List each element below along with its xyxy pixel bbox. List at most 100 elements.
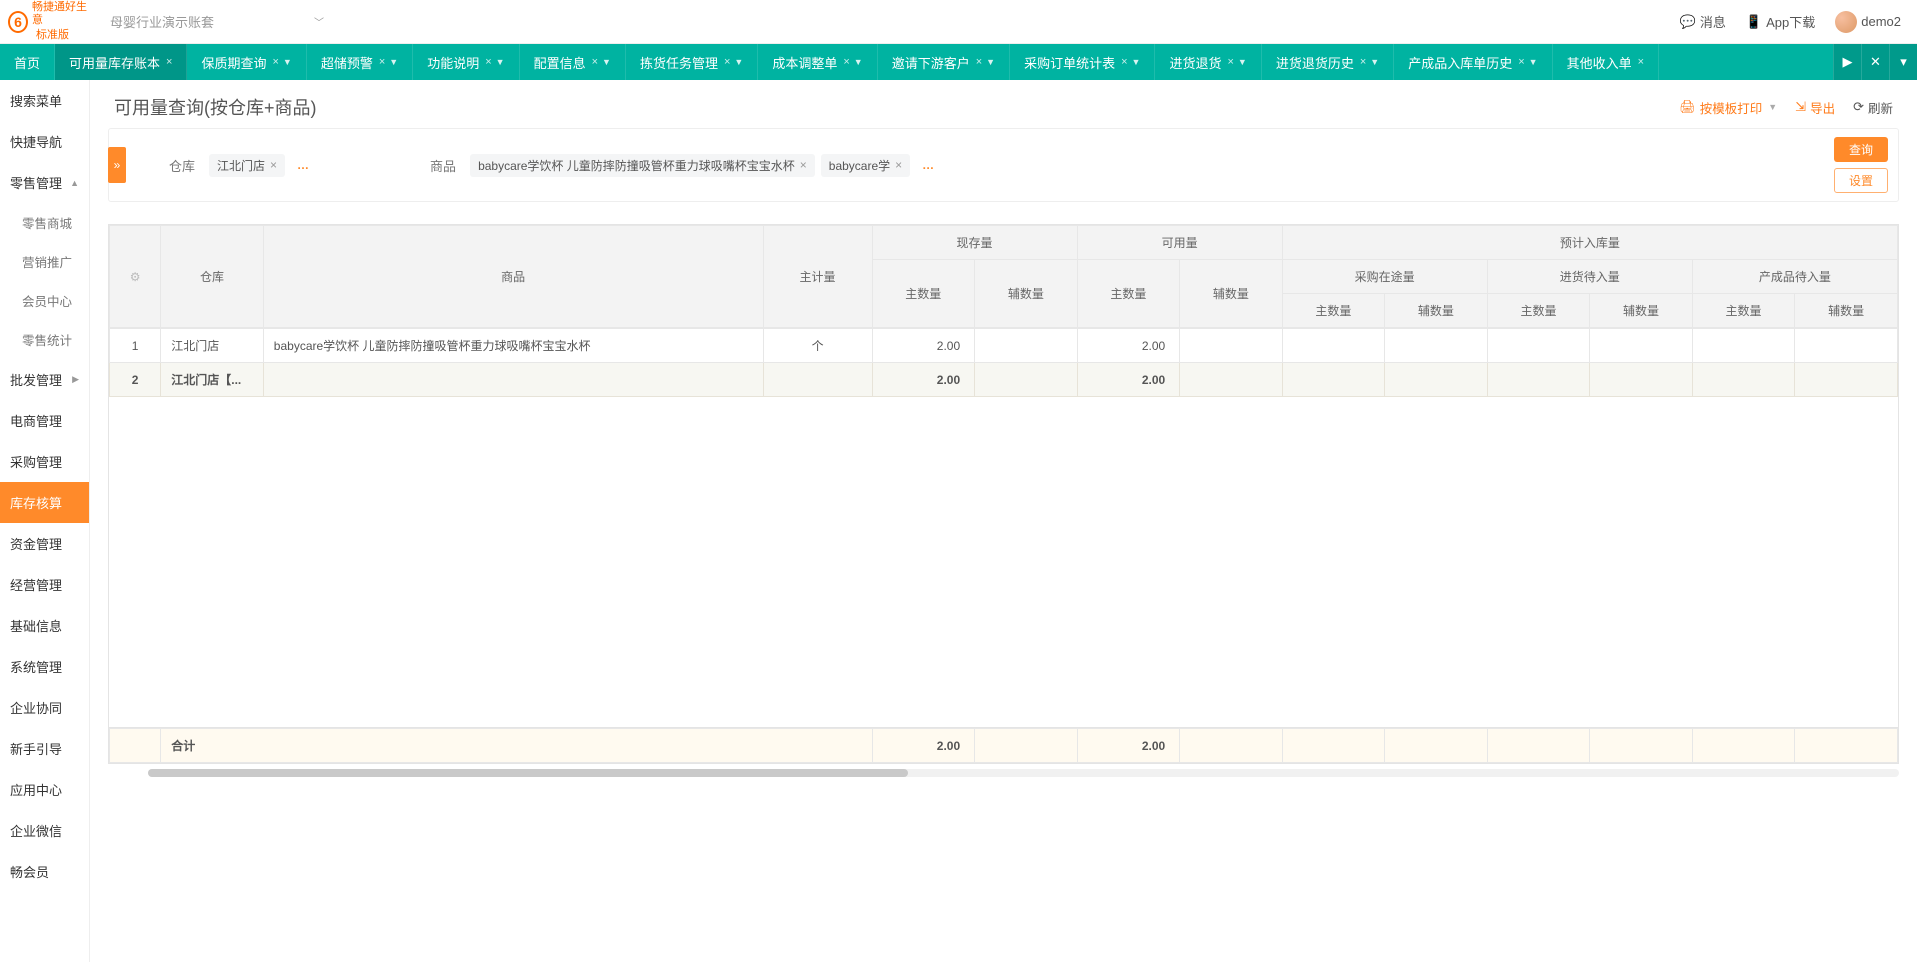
refresh-icon: ⟳ — [1853, 99, 1864, 115]
sidebar-item[interactable]: 新手引导 — [0, 728, 89, 769]
sidebar-item[interactable]: 批发管理▶ — [0, 359, 89, 400]
horizontal-scrollbar[interactable] — [108, 766, 1899, 780]
chevron-down-icon: ▼ — [602, 57, 611, 67]
caret-icon: ▲ — [70, 178, 79, 188]
export-icon: ⇲ — [1795, 99, 1806, 115]
tab-1[interactable]: 可用量库存账本× — [55, 44, 187, 80]
table-footer-total: 合计 2.00 2.00 — [110, 729, 1898, 763]
th-unit[interactable]: 主计量 — [763, 226, 872, 328]
chevron-down-icon: ▼ — [283, 57, 292, 67]
chevron-down-icon: ▼ — [734, 57, 743, 67]
sidebar-subitem[interactable]: 零售商城 — [0, 203, 89, 242]
filter-product: 商品 babycare学饮杯 儿童防摔防撞吸管杯重力球吸嘴杯宝宝水杯×babyc… — [430, 154, 935, 177]
logo: 6 畅捷通好生意 标准版 — [0, 1, 90, 41]
chevron-down-icon: ▼ — [854, 57, 863, 67]
close-icon[interactable]: × — [485, 56, 491, 68]
filter-expand-handle[interactable]: » — [108, 147, 126, 183]
sidebar-item[interactable]: 电商管理 — [0, 400, 89, 441]
close-icon[interactable]: × — [1121, 56, 1127, 68]
sidebar-subitem[interactable]: 零售统计 — [0, 320, 89, 359]
th-product[interactable]: 商品 — [263, 226, 763, 328]
tab-5[interactable]: 配置信息×▼ — [520, 44, 626, 80]
chevron-down-icon: ▼ — [1132, 57, 1141, 67]
close-icon[interactable]: × — [843, 56, 849, 68]
close-icon[interactable]: × — [1227, 56, 1233, 68]
gear-icon[interactable]: ⚙ — [130, 270, 141, 284]
tab-12[interactable]: 产成品入库单历史×▼ — [1394, 44, 1552, 80]
sidebar-item[interactable]: 畅会员 — [0, 851, 89, 892]
chevron-down-icon: ﹀ — [314, 14, 324, 29]
chevron-down-icon: ▼ — [1768, 102, 1777, 112]
close-icon[interactable]: × — [1638, 56, 1644, 68]
close-icon[interactable]: × — [1360, 56, 1366, 68]
refresh-button[interactable]: ⟳ 刷新 — [1853, 98, 1893, 117]
user-menu[interactable]: demo2 — [1835, 11, 1901, 33]
sidebar-item[interactable]: 资金管理 — [0, 523, 89, 564]
tab-6[interactable]: 拣货任务管理×▼ — [626, 44, 758, 80]
remove-icon[interactable]: × — [800, 158, 807, 172]
tab-10[interactable]: 进货退货×▼ — [1155, 44, 1261, 80]
table-row[interactable]: 2江北门店【...2.002.00 — [110, 363, 1898, 397]
tabs-scroll-right[interactable]: ▶ — [1833, 44, 1861, 80]
chevron-down-icon: ▼ — [1529, 57, 1538, 67]
app-download-button[interactable]: 📱 App下载 — [1746, 12, 1815, 31]
remove-icon[interactable]: × — [270, 158, 277, 172]
product-tag[interactable]: babycare学× — [821, 154, 910, 177]
close-icon[interactable]: × — [724, 56, 730, 68]
sidebar-item[interactable]: 快捷导航 — [0, 121, 89, 162]
close-icon[interactable]: × — [272, 56, 278, 68]
print-button[interactable]: 🖨 按模板打印 ▼ — [1679, 98, 1777, 117]
remove-icon[interactable]: × — [895, 158, 902, 172]
tab-8[interactable]: 邀请下游客户×▼ — [878, 44, 1010, 80]
tab-4[interactable]: 功能说明×▼ — [413, 44, 519, 80]
chat-icon: 💬 — [1680, 14, 1696, 30]
sidebar-item[interactable]: 应用中心 — [0, 769, 89, 810]
sidebar-item[interactable]: 基础信息 — [0, 605, 89, 646]
product-more[interactable]: … — [922, 158, 935, 172]
chevron-down-icon: ▼ — [1238, 57, 1247, 67]
tabs-close-all[interactable]: ✕ — [1861, 44, 1889, 80]
th-warehouse[interactable]: 仓库 — [161, 226, 264, 328]
table-row[interactable]: 1江北门店babycare学饮杯 儿童防摔防撞吸管杯重力球吸嘴杯宝宝水杯个2.0… — [110, 329, 1898, 363]
tabs-bar: 首页可用量库存账本×保质期查询×▼超储预警×▼功能说明×▼配置信息×▼拣货任务管… — [0, 44, 1917, 80]
sidebar-item[interactable]: 库存核算 — [0, 482, 89, 523]
filter-warehouse: 仓库 江北门店× … — [169, 154, 310, 177]
close-icon[interactable]: × — [379, 56, 385, 68]
sidebar-item[interactable]: 经营管理 — [0, 564, 89, 605]
sidebar-item[interactable]: 搜索菜单 — [0, 80, 89, 121]
warehouse-more[interactable]: … — [297, 158, 310, 172]
close-icon[interactable]: × — [166, 56, 172, 68]
product-tag[interactable]: babycare学饮杯 儿童防摔防撞吸管杯重力球吸嘴杯宝宝水杯× — [470, 154, 815, 177]
data-table: ⚙ 仓库 商品 主计量 现存量 可用量 预计入库量 主数量 辅数量 主数量 — [108, 224, 1899, 764]
messages-button[interactable]: 💬 消息 — [1680, 12, 1726, 31]
tab-0[interactable]: 首页 — [0, 44, 55, 80]
tab-2[interactable]: 保质期查询×▼ — [187, 44, 306, 80]
close-icon[interactable]: × — [592, 56, 598, 68]
tabs-menu[interactable]: ▾ — [1889, 44, 1917, 80]
tabs-controls: ▶ ✕ ▾ — [1833, 44, 1917, 80]
tab-3[interactable]: 超储预警×▼ — [307, 44, 413, 80]
sidebar-subitem[interactable]: 会员中心 — [0, 281, 89, 320]
top-actions: 💬 消息 📱 App下载 demo2 — [1680, 11, 1901, 33]
close-icon[interactable]: × — [1518, 56, 1524, 68]
caret-icon: ▶ — [72, 374, 79, 385]
brand-edition: 标准版 — [28, 26, 90, 42]
tab-9[interactable]: 采购订单统计表×▼ — [1010, 44, 1155, 80]
org-selector[interactable]: 母婴行业演示账套 ﹀ — [110, 12, 324, 31]
close-icon[interactable]: × — [976, 56, 982, 68]
sidebar-item[interactable]: 企业协同 — [0, 687, 89, 728]
tab-11[interactable]: 进货退货历史×▼ — [1262, 44, 1394, 80]
tab-13[interactable]: 其他收入单× — [1553, 44, 1659, 80]
query-button[interactable]: 查询 — [1834, 137, 1888, 162]
export-button[interactable]: ⇲ 导出 — [1795, 98, 1835, 117]
sidebar-item[interactable]: 系统管理 — [0, 646, 89, 687]
logo-icon: 6 — [8, 11, 28, 33]
tab-7[interactable]: 成本调整单×▼ — [758, 44, 877, 80]
sidebar-subitem[interactable]: 营销推广 — [0, 242, 89, 281]
sidebar-item[interactable]: 零售管理▲ — [0, 162, 89, 203]
sidebar-item[interactable]: 企业微信 — [0, 810, 89, 851]
settings-button[interactable]: 设置 — [1834, 168, 1888, 193]
org-selected: 母婴行业演示账套 — [110, 12, 214, 31]
warehouse-tag[interactable]: 江北门店× — [209, 154, 285, 177]
sidebar-item[interactable]: 采购管理 — [0, 441, 89, 482]
